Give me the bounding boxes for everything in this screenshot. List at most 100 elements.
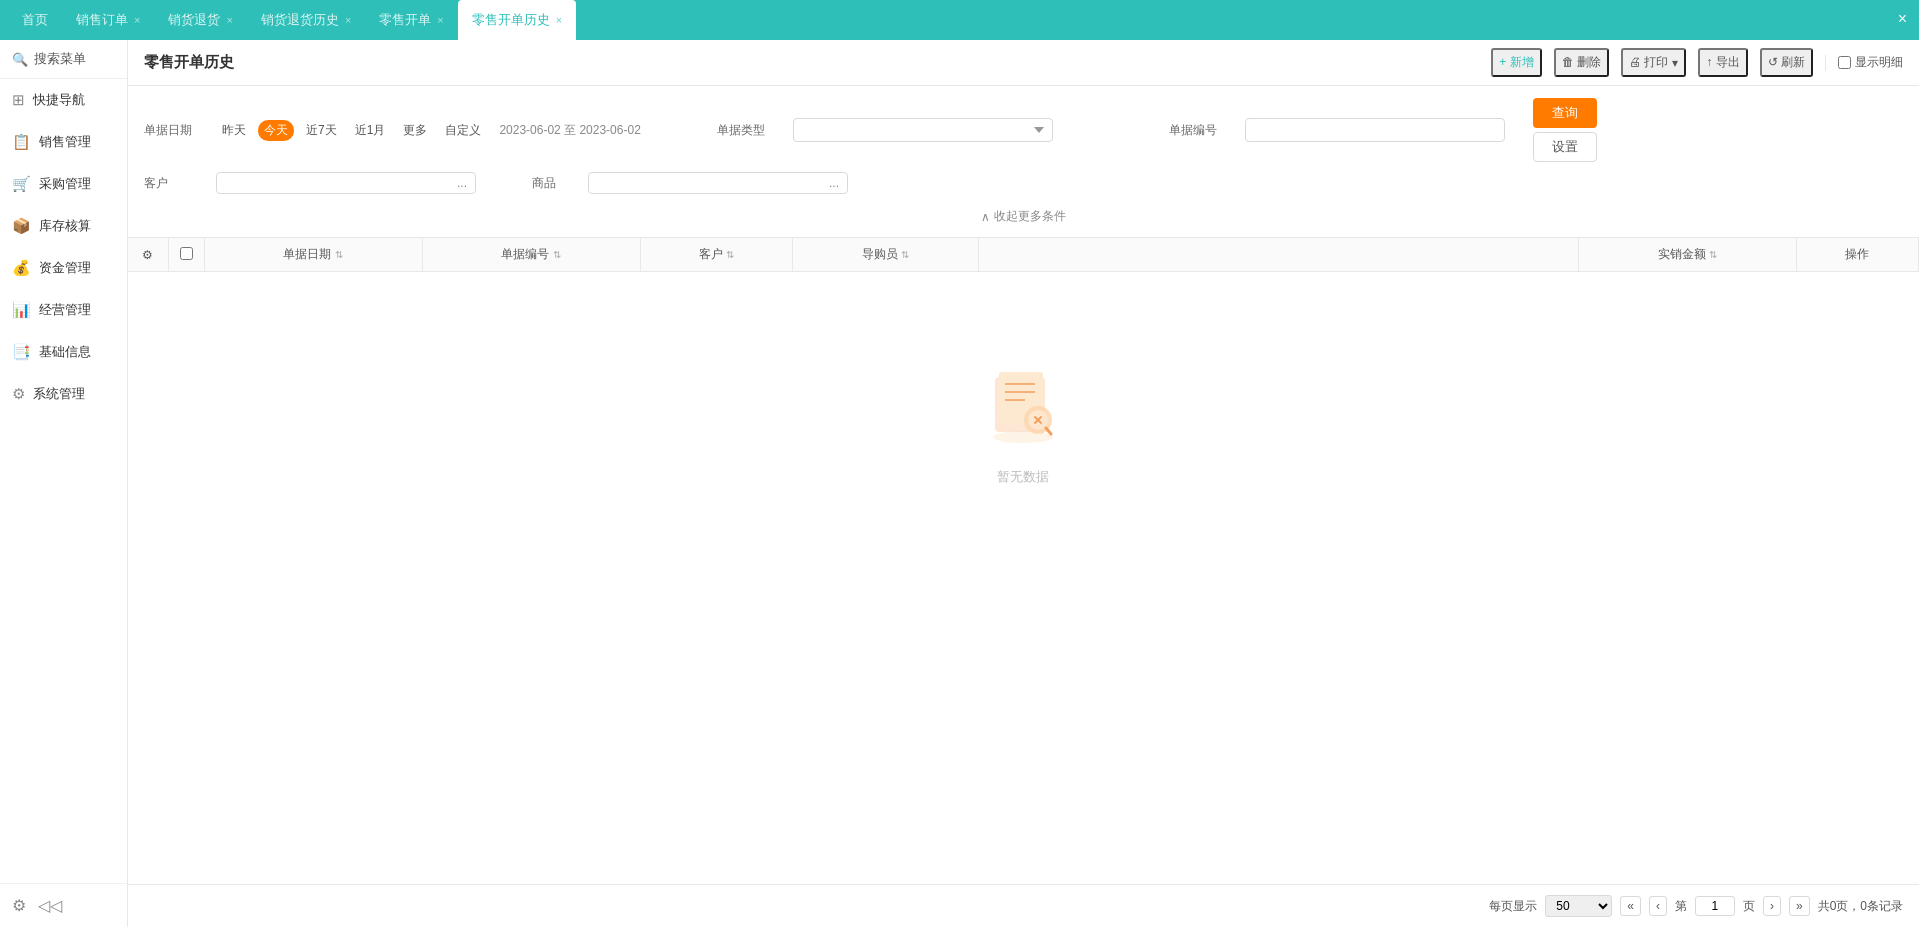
empty-text: 暂无数据 <box>997 468 1049 486</box>
sidebar-bottom: ⚙ ◁◁ <box>0 883 127 927</box>
refresh-button[interactable]: ↺ 刷新 <box>1760 48 1813 77</box>
sidebar-item-inventory[interactable]: 📦 库存核算 <box>0 205 127 247</box>
col-salesperson-label: 导购员 <box>862 247 898 261</box>
table-wrapper: ⚙ 单据日期 ⇅ 单据编号 ⇅ <box>128 238 1919 884</box>
customer-ellipsis-icon[interactable]: ... <box>457 176 467 190</box>
page-number-input[interactable] <box>1695 896 1735 916</box>
col-number-sort-icon[interactable]: ⇅ <box>553 249 561 260</box>
per-page-select[interactable]: 20 50 100 <box>1545 895 1612 917</box>
page-suffix: 页 <box>1743 898 1755 915</box>
window-close-btn[interactable]: × <box>1898 10 1907 28</box>
date-btn-today[interactable]: 今天 <box>258 120 294 141</box>
customer-label: 客户 <box>144 175 200 192</box>
tab-home[interactable]: 首页 <box>8 0 62 40</box>
tab-sales-order[interactable]: 销售订单 × <box>62 0 154 40</box>
product-input[interactable] <box>597 176 829 190</box>
filter-settings-button[interactable]: 设置 <box>1533 132 1597 162</box>
select-all-checkbox[interactable] <box>180 247 193 260</box>
date-btn-custom[interactable]: 自定义 <box>439 120 487 141</box>
col-extra <box>978 238 1578 272</box>
tab-return-history[interactable]: 销货退货历史 × <box>247 0 365 40</box>
sidebar: 🔍 搜索菜单 ⊞ 快捷导航 📋 销售管理 🛒 采购管理 📦 库存核算 💰 资金管… <box>0 40 128 927</box>
col-customer[interactable]: 客户 ⇅ <box>640 238 793 272</box>
print-dropdown-icon: ▾ <box>1672 56 1678 70</box>
date-shortcuts: 昨天 今天 近7天 近1月 更多 自定义 2023-06-02 至 2023-0… <box>216 120 641 141</box>
col-amount[interactable]: 实销金额 ⇅ <box>1578 238 1796 272</box>
sidebar-item-quick-nav[interactable]: ⊞ 快捷导航 <box>0 79 127 121</box>
first-page-btn[interactable]: « <box>1620 896 1641 916</box>
inventory-icon: 📦 <box>12 217 31 235</box>
add-button[interactable]: + 新增 <box>1491 48 1541 77</box>
collapse-filter-btn[interactable]: ∧ 收起更多条件 <box>144 204 1903 225</box>
sidebar-item-sales[interactable]: 📋 销售管理 <box>0 121 127 163</box>
date-btn-7days[interactable]: 近7天 <box>300 120 343 141</box>
sidebar-item-finance[interactable]: 💰 资金管理 <box>0 247 127 289</box>
tab-retail-open[interactable]: 零售开单 × <box>365 0 457 40</box>
tab-retail-history-close[interactable]: × <box>556 14 562 26</box>
page-title: 零售开单历史 <box>144 53 234 72</box>
sales-icon: 📋 <box>12 133 31 151</box>
export-button[interactable]: ↑ 导出 <box>1698 48 1747 77</box>
col-amount-label: 实销金额 <box>1658 247 1706 261</box>
customer-input-wrapper[interactable]: ... <box>216 172 476 194</box>
doc-type-label: 单据类型 <box>717 122 777 139</box>
date-btn-yesterday[interactable]: 昨天 <box>216 120 252 141</box>
tab-sales-order-close[interactable]: × <box>134 14 140 26</box>
data-table: ⚙ 单据日期 ⇅ 单据编号 ⇅ <box>128 238 1919 566</box>
col-date[interactable]: 单据日期 ⇅ <box>204 238 422 272</box>
sidebar-search[interactable]: 🔍 搜索菜单 <box>0 40 127 79</box>
col-salesperson[interactable]: 导购员 ⇅ <box>793 238 978 272</box>
show-detail-checkbox-wrapper[interactable]: 显示明细 <box>1838 54 1903 71</box>
column-settings-icon[interactable]: ⚙ <box>142 248 153 262</box>
sidebar-item-purchase[interactable]: 🛒 采购管理 <box>0 163 127 205</box>
svg-point-0 <box>993 431 1053 443</box>
sidebar-item-management[interactable]: 📊 经营管理 <box>0 289 127 331</box>
sidebar-collapse-icon[interactable]: ◁◁ <box>38 896 62 915</box>
sidebar-item-basic-info[interactable]: 📑 基础信息 <box>0 331 127 373</box>
print-button[interactable]: 🖨 打印 ▾ <box>1621 48 1686 77</box>
tab-return-close[interactable]: × <box>226 14 232 26</box>
toolbar-divider <box>1825 55 1826 71</box>
col-salesperson-sort-icon[interactable]: ⇅ <box>901 249 909 260</box>
doc-type-select[interactable] <box>793 118 1053 142</box>
customer-input[interactable] <box>225 176 457 190</box>
col-settings[interactable]: ⚙ <box>128 238 168 272</box>
sidebar-item-system[interactable]: ⚙ 系统管理 <box>0 373 127 415</box>
next-page-btn[interactable]: › <box>1763 896 1781 916</box>
col-date-label: 单据日期 <box>283 247 331 261</box>
date-btn-more[interactable]: 更多 <box>397 120 433 141</box>
col-date-sort-icon[interactable]: ⇅ <box>335 249 343 260</box>
toolbar: 零售开单历史 + 新增 🗑 删除 🖨 打印 ▾ ↑ 导出 ↺ 刷新 <box>128 40 1919 86</box>
doc-number-label: 单据编号 <box>1169 122 1229 139</box>
tab-retail-history[interactable]: 零售开单历史 × <box>458 0 576 40</box>
purchase-icon: 🛒 <box>12 175 31 193</box>
top-nav-bar: 首页 销售订单 × 销货退货 × 销货退货历史 × 零售开单 × 零售开单历史 … <box>0 0 1919 40</box>
last-page-btn[interactable]: » <box>1789 896 1810 916</box>
col-number[interactable]: 单据编号 ⇅ <box>422 238 640 272</box>
finance-icon: 💰 <box>12 259 31 277</box>
prev-page-btn[interactable]: ‹ <box>1649 896 1667 916</box>
tab-retail-open-close[interactable]: × <box>437 14 443 26</box>
query-button[interactable]: 查询 <box>1533 98 1597 128</box>
basic-info-icon: 📑 <box>12 343 31 361</box>
doc-number-input[interactable] <box>1245 118 1505 142</box>
product-input-wrapper[interactable]: ... <box>588 172 848 194</box>
show-detail-checkbox[interactable] <box>1838 56 1851 69</box>
date-range-display: 2023-06-02 至 2023-06-02 <box>499 122 640 139</box>
main-layout: 🔍 搜索菜单 ⊞ 快捷导航 📋 销售管理 🛒 采购管理 📦 库存核算 💰 资金管… <box>0 40 1919 927</box>
tab-return[interactable]: 销货退货 × <box>154 0 246 40</box>
col-customer-label: 客户 <box>699 247 723 261</box>
product-ellipsis-icon[interactable]: ... <box>829 176 839 190</box>
col-amount-sort-icon[interactable]: ⇅ <box>1709 249 1717 260</box>
col-customer-sort-icon[interactable]: ⇅ <box>726 249 734 260</box>
per-page-label: 每页显示 <box>1489 898 1537 915</box>
tab-return-history-close[interactable]: × <box>345 14 351 26</box>
search-icon: 🔍 <box>12 52 28 67</box>
empty-state-icon <box>973 352 1073 452</box>
filter-row-date: 单据日期 昨天 今天 近7天 近1月 更多 自定义 2023-06-02 至 2… <box>144 98 1903 162</box>
date-btn-1month[interactable]: 近1月 <box>349 120 392 141</box>
col-checkbox[interactable] <box>168 238 204 272</box>
settings-gear-icon[interactable]: ⚙ <box>12 896 26 915</box>
toolbar-actions: + 新增 🗑 删除 🖨 打印 ▾ ↑ 导出 ↺ 刷新 显 <box>1491 48 1903 77</box>
delete-button[interactable]: 🗑 删除 <box>1554 48 1609 77</box>
